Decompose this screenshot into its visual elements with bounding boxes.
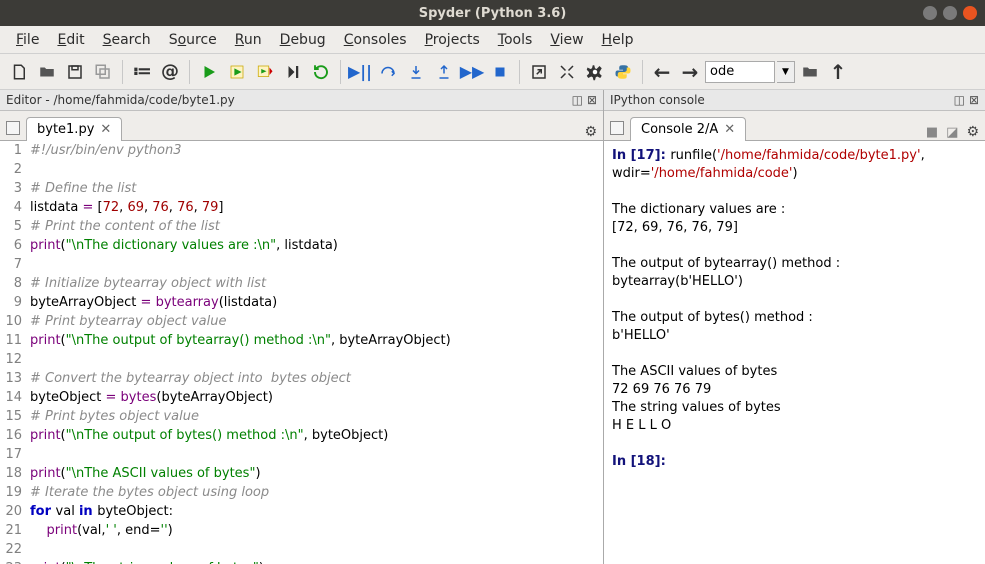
- console-list-icon[interactable]: [610, 121, 624, 135]
- pane-dock-icon[interactable]: ◫: [572, 93, 583, 107]
- console-tab[interactable]: Console 2/A ✕: [630, 117, 746, 141]
- stop-icon[interactable]: [487, 59, 513, 85]
- console-options-icon[interactable]: ⚙: [966, 124, 979, 140]
- new-file-icon[interactable]: [6, 59, 32, 85]
- browse-dir-icon[interactable]: [797, 59, 823, 85]
- step-over-icon[interactable]: [375, 59, 401, 85]
- menu-file[interactable]: File: [8, 29, 47, 51]
- step-into-icon[interactable]: [403, 59, 429, 85]
- tab-close-icon[interactable]: ✕: [100, 122, 111, 137]
- window-maximize-icon[interactable]: [943, 6, 957, 20]
- editor-pane: Editor - /home/fahmida/code/byte1.py ◫⊠ …: [0, 90, 604, 564]
- window-minimize-icon[interactable]: [923, 6, 937, 20]
- code-editor[interactable]: 1#!/usr/bin/env python3 2 3# Define the …: [0, 141, 603, 564]
- pane-dock-icon[interactable]: ◫: [954, 93, 965, 107]
- menu-help[interactable]: Help: [594, 29, 642, 51]
- window-close-icon[interactable]: [963, 6, 977, 20]
- working-dir-dropdown-icon[interactable]: ▼: [777, 61, 795, 83]
- pane-close-icon[interactable]: ⊠: [969, 93, 979, 107]
- menu-consoles[interactable]: Consoles: [336, 29, 415, 51]
- save-all-icon[interactable]: [90, 59, 116, 85]
- main-toolbar: ≔ @ ▶|| ▶▶ ← → ▼ ↑: [0, 54, 985, 90]
- run-cell-icon[interactable]: [224, 59, 250, 85]
- menu-projects[interactable]: Projects: [417, 29, 488, 51]
- python-path-icon[interactable]: [610, 59, 636, 85]
- at-icon[interactable]: @: [157, 59, 183, 85]
- console-pane-title: IPython console: [610, 93, 705, 107]
- continue-icon[interactable]: ▶▶: [459, 59, 485, 85]
- menu-bar: File Edit Search Source Run Debug Consol…: [0, 26, 985, 54]
- console-tab-label: Console 2/A: [641, 122, 718, 137]
- open-file-icon[interactable]: [34, 59, 60, 85]
- pane-close-icon[interactable]: ⊠: [587, 93, 597, 107]
- clear-console-icon[interactable]: ◪: [946, 125, 958, 140]
- editor-options-icon[interactable]: ⚙: [584, 124, 597, 140]
- run-selection-icon[interactable]: [280, 59, 306, 85]
- window-title: Spyder (Python 3.6): [419, 6, 567, 21]
- editor-tab-label: byte1.py: [37, 122, 94, 137]
- menu-tools[interactable]: Tools: [490, 29, 541, 51]
- file-list-icon[interactable]: [6, 121, 20, 135]
- editor-pane-title: Editor - /home/fahmida/code/byte1.py: [6, 93, 235, 107]
- forward-icon[interactable]: →: [677, 59, 703, 85]
- tab-close-icon[interactable]: ✕: [724, 122, 735, 137]
- menu-search[interactable]: Search: [95, 29, 159, 51]
- debug-start-icon[interactable]: ▶||: [347, 59, 373, 85]
- ipython-console[interactable]: In [17]: runfile('/home/fahmida/code/byt…: [604, 141, 985, 564]
- menu-edit[interactable]: Edit: [49, 29, 92, 51]
- working-dir-input[interactable]: [705, 61, 775, 83]
- run-cell-advance-icon[interactable]: [252, 59, 278, 85]
- preferences-icon[interactable]: [582, 59, 608, 85]
- maximize-pane-icon[interactable]: [526, 59, 552, 85]
- parent-dir-icon[interactable]: ↑: [825, 59, 851, 85]
- back-icon[interactable]: ←: [649, 59, 675, 85]
- run-icon[interactable]: [196, 59, 222, 85]
- menu-run[interactable]: Run: [227, 29, 270, 51]
- menu-debug[interactable]: Debug: [272, 29, 334, 51]
- save-icon[interactable]: [62, 59, 88, 85]
- list-icon[interactable]: ≔: [129, 59, 155, 85]
- menu-view[interactable]: View: [542, 29, 591, 51]
- fullscreen-icon[interactable]: [554, 59, 580, 85]
- rerun-icon[interactable]: [308, 59, 334, 85]
- menu-source[interactable]: Source: [161, 29, 225, 51]
- stop-console-icon[interactable]: ■: [926, 125, 938, 140]
- window-titlebar: Spyder (Python 3.6): [0, 0, 985, 26]
- editor-tab-byte1[interactable]: byte1.py ✕: [26, 117, 122, 141]
- step-out-icon[interactable]: [431, 59, 457, 85]
- console-pane: IPython console ◫ ⊠ Console 2/A ✕ ■ ◪ ⚙ I…: [604, 90, 985, 564]
